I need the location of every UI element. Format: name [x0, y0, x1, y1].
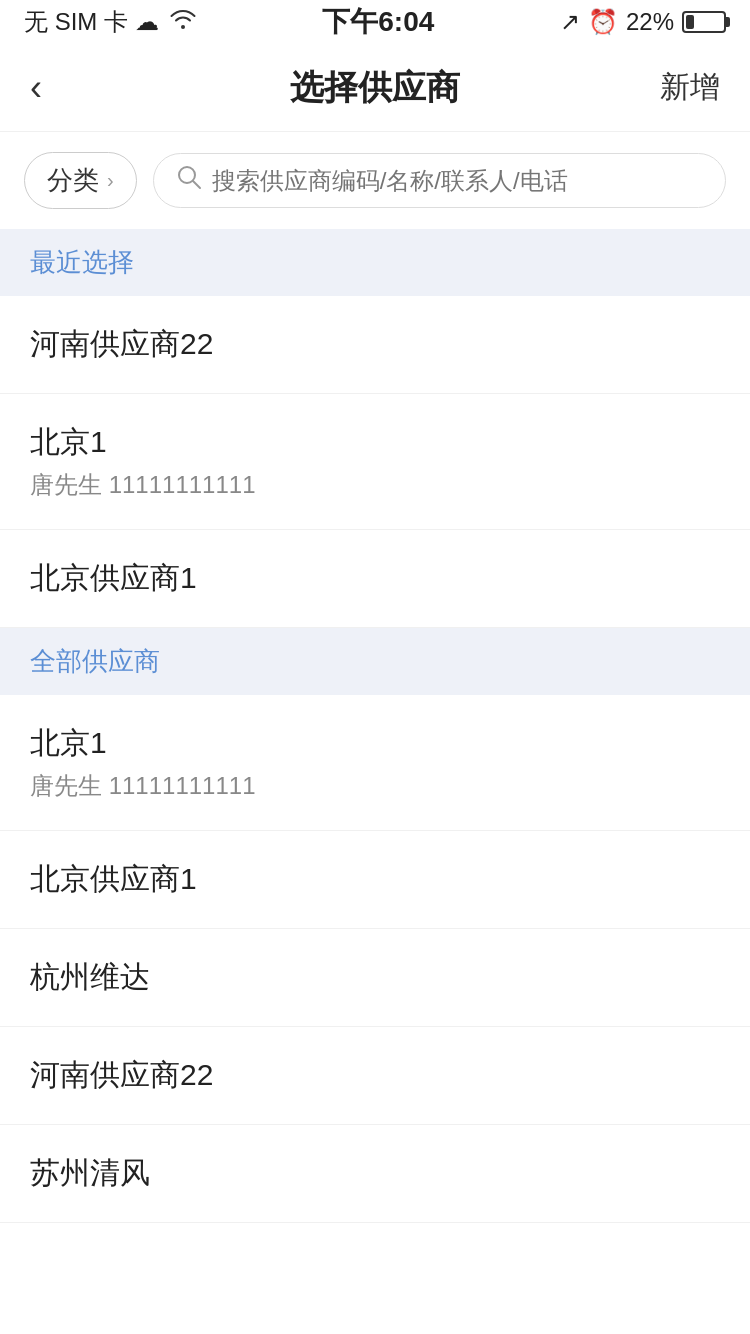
- recent-section-header: 最近选择: [0, 229, 750, 296]
- item-name: 北京供应商1: [30, 558, 720, 599]
- all-list: 北京1 唐先生 11111111111 北京供应商1 杭州维达河南供应商22 苏州清风: [0, 695, 750, 1223]
- list-item[interactable]: 北京1 唐先生 11111111111: [0, 394, 750, 530]
- list-item[interactable]: 苏州清风: [0, 1125, 750, 1223]
- recent-section-label: 最近选择: [30, 247, 134, 277]
- item-sub: 唐先生 11111111111: [30, 469, 720, 501]
- battery-percent: 22%: [626, 8, 674, 36]
- list-item[interactable]: 杭州维达: [0, 929, 750, 1027]
- item-sub: 唐先生 11111111111: [30, 770, 720, 802]
- category-label: 分类: [47, 163, 99, 198]
- location-icon: ↗: [560, 8, 580, 36]
- wifi-icon: [169, 8, 197, 36]
- chevron-right-icon: ›: [107, 169, 114, 192]
- sim-status: 无 SIM 卡 ☁: [24, 6, 159, 38]
- item-name: 北京供应商1: [30, 859, 720, 900]
- list-item[interactable]: 北京供应商1: [0, 530, 750, 628]
- filter-bar: 分类 ›: [0, 132, 750, 229]
- battery-icon: [682, 11, 726, 33]
- page-title: 选择供应商: [90, 65, 660, 111]
- list-item[interactable]: 北京1 唐先生 11111111111: [0, 695, 750, 831]
- item-name: 北京1: [30, 723, 720, 764]
- add-button[interactable]: 新增: [660, 67, 720, 108]
- nav-bar: ‹ 选择供应商 新增: [0, 44, 750, 132]
- list-item[interactable]: 河南供应商22: [0, 296, 750, 394]
- list-item[interactable]: 北京供应商1: [0, 831, 750, 929]
- all-section-header: 全部供应商: [0, 628, 750, 695]
- all-section-label: 全部供应商: [30, 646, 160, 676]
- item-name: 河南供应商22: [30, 1055, 720, 1096]
- category-button[interactable]: 分类 ›: [24, 152, 137, 209]
- item-name: 河南供应商22: [30, 324, 720, 365]
- list-item[interactable]: 河南供应商22: [0, 1027, 750, 1125]
- status-right: ↗ ⏰ 22%: [560, 8, 726, 36]
- item-name: 北京1: [30, 422, 720, 463]
- search-box[interactable]: [153, 153, 726, 208]
- status-time: 下午6:04: [322, 3, 434, 41]
- item-name: 杭州维达: [30, 957, 720, 998]
- search-icon: [176, 164, 202, 197]
- search-input[interactable]: [212, 167, 703, 195]
- alarm-icon: ⏰: [588, 8, 618, 36]
- recent-list: 河南供应商22 北京1 唐先生 11111111111 北京供应商1: [0, 296, 750, 628]
- status-left: 无 SIM 卡 ☁: [24, 6, 197, 38]
- item-name: 苏州清风: [30, 1153, 720, 1194]
- back-button[interactable]: ‹: [30, 67, 90, 109]
- svg-line-1: [193, 181, 200, 188]
- status-bar: 无 SIM 卡 ☁ 下午6:04 ↗ ⏰ 22%: [0, 0, 750, 44]
